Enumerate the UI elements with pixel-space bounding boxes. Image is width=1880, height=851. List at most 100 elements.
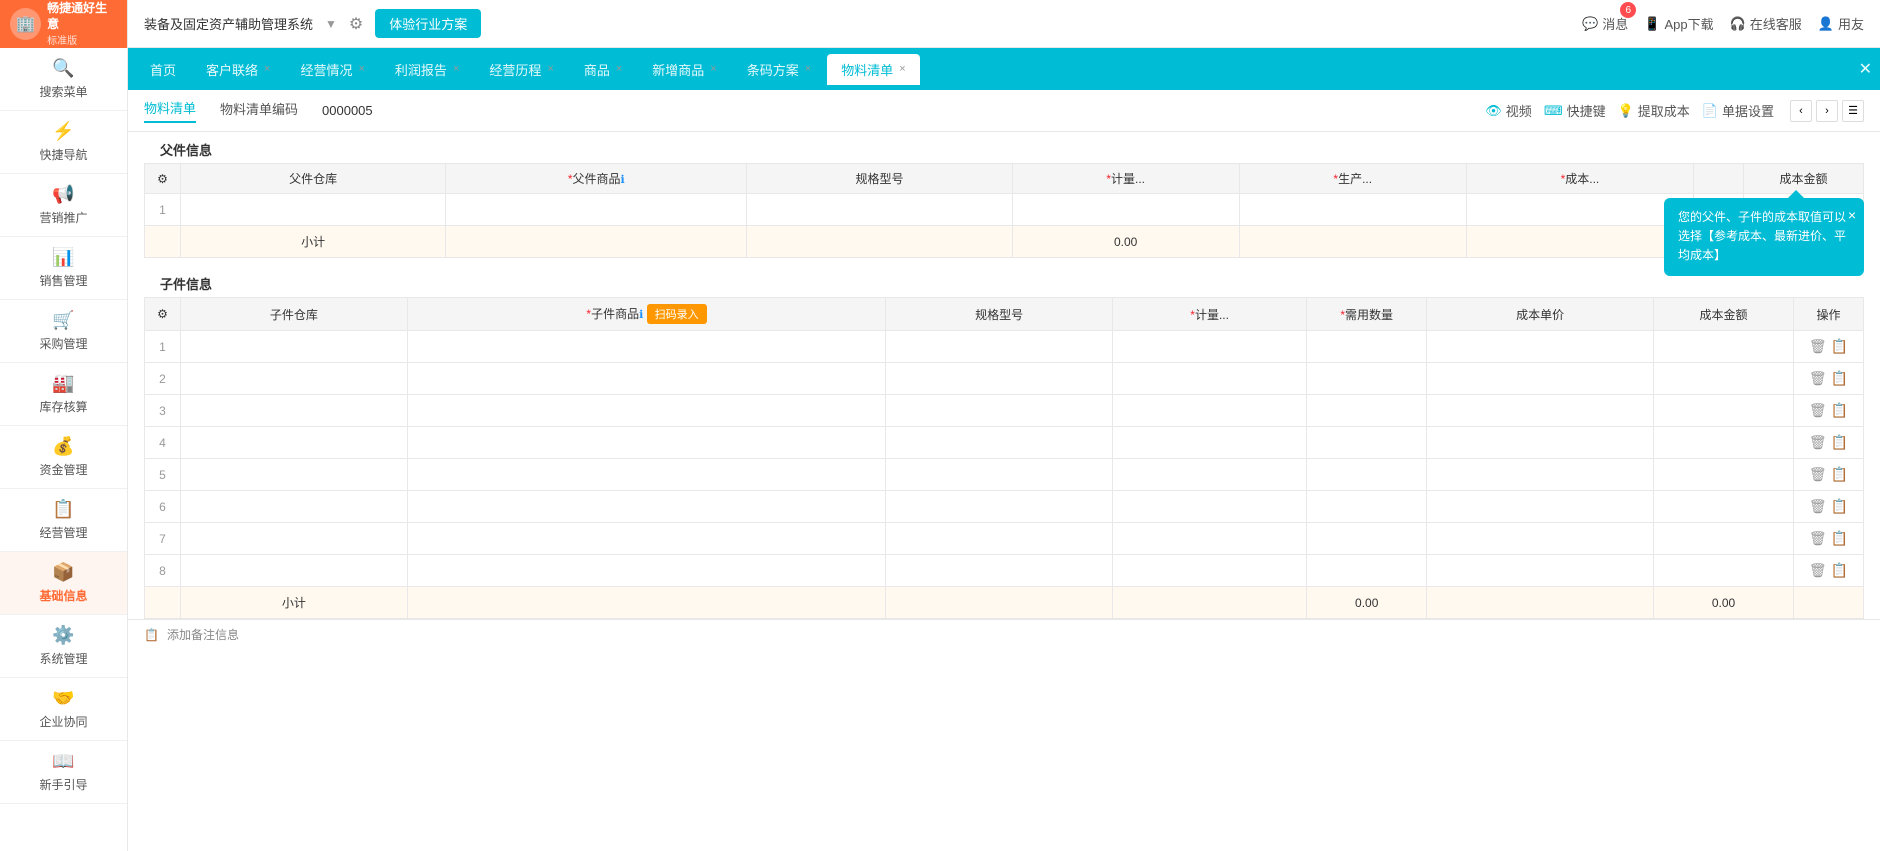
child-unit-cell-2[interactable] [1113,363,1307,395]
child-unit-cell-1[interactable] [1113,331,1307,363]
parent-cost-cell[interactable] [1466,194,1693,226]
child-goods-cell-3[interactable] [407,395,886,427]
delete-icon-7[interactable]: 🗑 [1809,530,1827,547]
child-unit-cell-6[interactable] [1113,491,1307,523]
sub-tab-list[interactable]: 物料清单 [144,98,196,123]
child-goods-cell-5[interactable] [407,459,886,491]
child-qty-cell-8[interactable] [1307,555,1427,587]
sidebar-item-sales[interactable]: 📊销售管理 [0,237,127,300]
app-download-item[interactable]: 📱 App下载 [1644,14,1713,33]
user-item[interactable]: 👤 用友 [1818,14,1864,33]
child-amount-cell-8[interactable] [1654,555,1794,587]
sidebar-item-purchase[interactable]: 🛒采购管理 [0,300,127,363]
tab-close-btn[interactable]: × [616,63,622,75]
copy-icon-1[interactable]: 📋 [1831,338,1848,355]
view-action[interactable]: 👁 视频 [1485,101,1532,120]
message-item[interactable]: 💬 消息 6 [1582,14,1628,33]
parent-spec-cell[interactable] [747,194,1012,226]
parent-producer-cell[interactable] [1239,194,1466,226]
child-goods-cell-2[interactable] [407,363,886,395]
child-unit-cost-cell-7[interactable] [1427,523,1654,555]
parent-settings-col[interactable]: ⚙ [145,164,181,194]
child-warehouse-cell-7[interactable] [181,523,408,555]
child-unit-cell-4[interactable] [1113,427,1307,459]
sidebar-item-search[interactable]: 🔍搜索菜单 [0,48,127,111]
child-spec-cell-4[interactable] [886,427,1113,459]
child-warehouse-cell-5[interactable] [181,459,408,491]
child-spec-cell-2[interactable] [886,363,1113,395]
nav-tab-barcode[interactable]: 条码方案 × [733,54,825,85]
child-qty-cell-6[interactable] [1307,491,1427,523]
nav-tab-bomlist[interactable]: 物料清单 × [827,54,919,85]
child-settings-col[interactable]: ⚙ [145,298,181,331]
sub-tab-code[interactable]: 物料清单编码 [220,99,298,122]
nav-tab-history[interactable]: 经营历程 × [475,54,567,85]
child-unit-cost-cell-4[interactable] [1427,427,1654,459]
prev-page-btn[interactable]: ‹ [1790,100,1812,122]
bottom-note[interactable]: 📋 添加备注信息 [128,619,1880,649]
doc-settings-action[interactable]: 📄 单据设置 [1702,101,1774,120]
child-qty-cell-5[interactable] [1307,459,1427,491]
scan-button[interactable]: 扫码录入 [647,304,707,324]
child-qty-cell-3[interactable] [1307,395,1427,427]
sidebar-item-system[interactable]: ⚙️系统管理 [0,615,127,678]
child-unit-cell-7[interactable] [1113,523,1307,555]
child-unit-cell-3[interactable] [1113,395,1307,427]
delete-icon-1[interactable]: 🗑 [1809,338,1827,355]
nav-tab-home[interactable]: 首页 [136,54,190,85]
sidebar-item-enterprise[interactable]: 🤝企业协同 [0,678,127,741]
sidebar-item-quicknav[interactable]: ⚡快捷导航 [0,111,127,174]
parent-goods-cell[interactable] [446,194,747,226]
copy-icon-2[interactable]: 📋 [1831,370,1848,387]
child-warehouse-cell-4[interactable] [181,427,408,459]
child-qty-cell-4[interactable] [1307,427,1427,459]
sidebar-item-guide[interactable]: 📖新手引导 [0,741,127,804]
sidebar-item-operations[interactable]: 📋经营管理 [0,489,127,552]
menu-btn[interactable]: ☰ [1842,100,1864,122]
delete-icon-4[interactable]: 🗑 [1809,434,1827,451]
child-spec-cell-7[interactable] [886,523,1113,555]
nav-tab-goods[interactable]: 商品 × [570,54,636,85]
child-spec-cell-1[interactable] [886,331,1113,363]
tab-close-btn[interactable]: × [264,63,270,75]
child-spec-cell-8[interactable] [886,555,1113,587]
tab-close-btn[interactable]: × [547,63,553,75]
online-service-item[interactable]: 🎧 在线客服 [1730,14,1802,33]
settings-icon[interactable]: ⚙ [349,14,363,34]
child-unit-cost-cell-8[interactable] [1427,555,1654,587]
child-spec-cell-6[interactable] [886,491,1113,523]
nav-tab-newgoods[interactable]: 新增商品 × [638,54,730,85]
child-unit-cost-cell-5[interactable] [1427,459,1654,491]
nav-tab-profit[interactable]: 利润报告 × [381,54,473,85]
copy-icon-7[interactable]: 📋 [1831,530,1848,547]
child-spec-cell-5[interactable] [886,459,1113,491]
child-amount-cell-3[interactable] [1654,395,1794,427]
parent-unit-cell[interactable] [1012,194,1239,226]
nav-tab-operations[interactable]: 经营情况 × [286,54,378,85]
child-qty-cell-1[interactable] [1307,331,1427,363]
child-unit-cell-8[interactable] [1113,555,1307,587]
tab-close-btn[interactable]: × [358,63,364,75]
copy-icon-4[interactable]: 📋 [1831,434,1848,451]
child-qty-cell-7[interactable] [1307,523,1427,555]
parent-warehouse-cell[interactable] [181,194,446,226]
sidebar-item-basic[interactable]: 📦基础信息 [0,552,127,615]
child-unit-cost-cell-1[interactable] [1427,331,1654,363]
delete-icon-5[interactable]: 🗑 [1809,466,1827,483]
child-goods-cell-6[interactable] [407,491,886,523]
delete-icon-2[interactable]: 🗑 [1809,370,1827,387]
delete-icon-6[interactable]: 🗑 [1809,498,1827,515]
tab-close-btn[interactable]: × [805,63,811,75]
copy-icon-8[interactable]: 📋 [1831,562,1848,579]
child-warehouse-cell-2[interactable] [181,363,408,395]
tab-close-btn[interactable]: × [899,63,905,75]
child-qty-cell-2[interactable] [1307,363,1427,395]
child-amount-cell-5[interactable] [1654,459,1794,491]
sidebar-item-inventory[interactable]: 🏭库存核算 [0,363,127,426]
copy-icon-3[interactable]: 📋 [1831,402,1848,419]
child-unit-cost-cell-3[interactable] [1427,395,1654,427]
child-warehouse-cell-1[interactable] [181,331,408,363]
delete-icon-3[interactable]: 🗑 [1809,402,1827,419]
child-amount-cell-2[interactable] [1654,363,1794,395]
child-amount-cell-6[interactable] [1654,491,1794,523]
